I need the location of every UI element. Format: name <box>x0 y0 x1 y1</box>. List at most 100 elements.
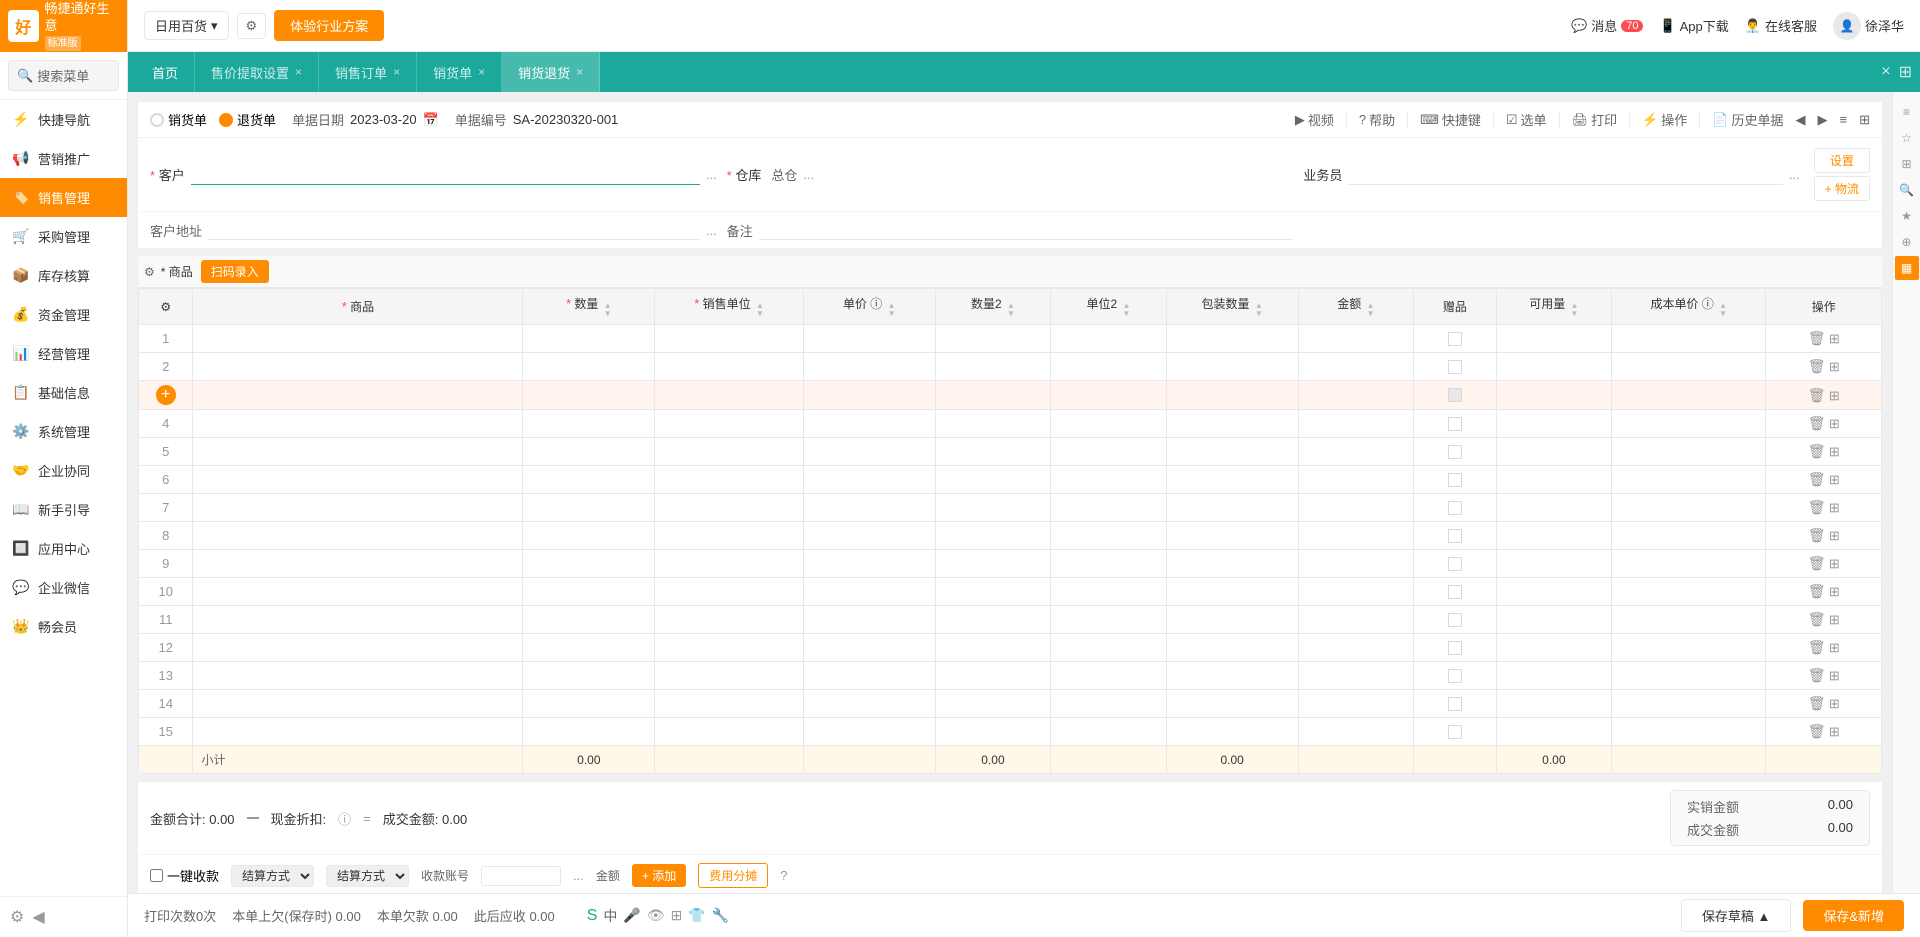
right-tb-list[interactable]: ≡ <box>1895 100 1919 124</box>
toolbar-nav-prev[interactable]: ◀ <box>1796 112 1806 128</box>
cell-gift[interactable] <box>1414 522 1496 550</box>
cell-gift[interactable] <box>1414 634 1496 662</box>
one-click-pay-checkbox[interactable]: 一键收款 <box>150 866 219 885</box>
copy-row-btn[interactable]: ⊞ <box>1829 416 1840 432</box>
gift-checkbox[interactable] <box>1448 641 1462 655</box>
cell-product[interactable] <box>193 381 523 410</box>
sidebar-item-wechat[interactable]: 💬 企业微信 <box>0 568 127 607</box>
tabs-expand-icon[interactable]: ⊞ <box>1899 62 1912 82</box>
cell-gift[interactable] <box>1414 578 1496 606</box>
delete-row-btn[interactable]: 🗑 <box>1808 667 1826 684</box>
user-profile[interactable]: 👤 徐泽华 <box>1833 12 1904 40</box>
help-circle-icon[interactable]: ⓘ <box>338 809 351 828</box>
qty-sort-icon[interactable]: ▲▼ <box>604 302 612 318</box>
cell-gift[interactable] <box>1414 690 1496 718</box>
add-row-btn[interactable]: + <box>156 385 176 405</box>
toolbar-nav-next[interactable]: ▶ <box>1818 112 1828 128</box>
unit2-sort-icon[interactable]: ▲▼ <box>1123 302 1131 318</box>
tab-sales-return[interactable]: 销货退货 × <box>502 52 600 92</box>
copy-row-btn[interactable]: ⊞ <box>1829 668 1840 684</box>
copy-row-btn[interactable]: ⊞ <box>1829 612 1840 628</box>
delete-row-btn[interactable]: 🗑 <box>1808 527 1826 544</box>
fee-split-btn[interactable]: 费用分摊 <box>698 863 768 888</box>
gift-checkbox[interactable] <box>1448 669 1462 683</box>
footer-icon-7[interactable]: 🔧 <box>712 907 729 924</box>
delete-row-btn[interactable]: 🗑 <box>1808 639 1826 656</box>
product-input[interactable] <box>199 388 516 402</box>
delete-row-btn[interactable]: 🗑 <box>1808 555 1826 572</box>
salesperson-dots-btn[interactable]: ... <box>1789 167 1800 182</box>
gift-checkbox[interactable] <box>1448 585 1462 599</box>
radio-return[interactable]: 退货单 <box>219 110 276 129</box>
sidebar-item-finance[interactable]: 💰 资金管理 <box>0 295 127 334</box>
toolbar-operate[interactable]: ⚡ 操作 <box>1642 110 1687 129</box>
delete-row-btn[interactable]: 🗑 <box>1808 330 1826 347</box>
calendar-icon[interactable]: 📅 <box>423 112 439 128</box>
warehouse-dots-btn[interactable]: ... <box>803 167 814 182</box>
settlement-method-select[interactable]: 结算方式 <box>231 865 314 887</box>
remarks-input[interactable] <box>759 220 1294 240</box>
customer-dots-btn[interactable]: ... <box>706 167 717 182</box>
one-click-pay-input[interactable] <box>150 869 163 882</box>
tab-sales-order[interactable]: 销售订单 × <box>319 52 417 92</box>
copy-row-btn[interactable]: ⊞ <box>1829 556 1840 572</box>
right-tb-grid[interactable]: ⊞ <box>1895 152 1919 176</box>
scan-input-btn[interactable]: 扫码录入 <box>201 260 269 283</box>
tab-price-setting[interactable]: 售价提取设置 × <box>195 52 319 92</box>
copy-row-btn[interactable]: ⊞ <box>1829 640 1840 656</box>
sidebar-item-basic[interactable]: 📋 基础信息 <box>0 373 127 412</box>
salesperson-input[interactable] <box>1348 165 1782 185</box>
sidebar-item-enterprise[interactable]: 🤝 企业协同 <box>0 451 127 490</box>
sidebar-item-purchase[interactable]: 🛒 采购管理 <box>0 217 127 256</box>
right-tb-bookmark[interactable]: ★ <box>1895 204 1919 228</box>
delete-row-btn[interactable]: 🗑 <box>1808 358 1826 375</box>
delete-row-btn[interactable]: 🗑 <box>1808 499 1826 516</box>
toolbar-history[interactable]: 📄 历史单据 <box>1712 110 1783 129</box>
toolbar-video[interactable]: ▶ 视频 <box>1295 110 1334 129</box>
copy-row-btn[interactable]: ⊞ <box>1829 331 1840 347</box>
footer-icon-2[interactable]: 中 <box>603 906 617 926</box>
tab-close-sales[interactable]: × <box>478 65 485 79</box>
split-help-icon[interactable]: ? <box>780 868 787 883</box>
gift-checkbox[interactable] <box>1448 445 1462 459</box>
copy-row-btn[interactable]: ⊞ <box>1829 500 1840 516</box>
search-menu-button[interactable]: 🔍 搜索菜单 <box>8 60 119 91</box>
dots-account[interactable]: ... <box>573 868 584 883</box>
setup-button[interactable]: 设置 <box>1814 148 1870 173</box>
online-service-btn[interactable]: 👨‍💼 在线客服 <box>1745 16 1817 35</box>
cell-gift[interactable] <box>1414 438 1496 466</box>
copy-row-btn[interactable]: ⊞ <box>1829 388 1840 404</box>
pack-sort-icon[interactable]: ▲▼ <box>1255 302 1263 318</box>
sidebar-item-apps[interactable]: 🔲 应用中心 <box>0 529 127 568</box>
add-payment-btn[interactable]: + 添加 <box>632 864 686 887</box>
gift-checkbox[interactable] <box>1448 697 1462 711</box>
sidebar-item-member[interactable]: 👑 畅会员 <box>0 607 127 646</box>
delete-row-btn[interactable]: 🗑 <box>1808 611 1826 628</box>
cost-sort-icon[interactable]: ▲▼ <box>1719 302 1727 318</box>
qty2-sort-icon[interactable]: ▲▼ <box>1007 302 1015 318</box>
cell-gift[interactable] <box>1414 662 1496 690</box>
gift-checkbox[interactable] <box>1448 417 1462 431</box>
cell-gift[interactable] <box>1414 466 1496 494</box>
sales-unit-sort-icon[interactable]: ▲▼ <box>756 302 764 318</box>
footer-icon-5[interactable]: ⊞ <box>671 907 683 924</box>
toolbar-shortcut[interactable]: ⌨ 快捷键 <box>1420 110 1481 129</box>
delete-row-btn[interactable]: 🗑 <box>1808 695 1826 712</box>
copy-row-btn[interactable]: ⊞ <box>1829 724 1840 740</box>
copy-row-btn[interactable]: ⊞ <box>1829 444 1840 460</box>
gift-checkbox[interactable] <box>1448 557 1462 571</box>
toolbar-help[interactable]: ? 帮助 <box>1359 110 1395 129</box>
search-menu-area[interactable]: 🔍 搜索菜单 <box>0 52 127 100</box>
right-tb-search[interactable]: 🔍 <box>1895 178 1919 202</box>
gift-checkbox[interactable] <box>1448 501 1462 515</box>
copy-row-btn[interactable]: ⊞ <box>1829 359 1840 375</box>
date-selector[interactable]: 日用百货 ▾ <box>144 11 229 40</box>
experience-button[interactable]: 体验行业方案 <box>274 10 384 41</box>
cell-gift[interactable] <box>1414 718 1496 746</box>
cell-gift[interactable] <box>1414 494 1496 522</box>
calc-method-select[interactable]: 结算方式 <box>326 865 409 887</box>
sidebar-item-guide[interactable]: 📖 新手引导 <box>0 490 127 529</box>
right-tb-star[interactable]: ☆ <box>1895 126 1919 150</box>
delete-row-btn[interactable]: 🗑 <box>1808 443 1826 460</box>
gift-checkbox[interactable] <box>1448 332 1462 346</box>
